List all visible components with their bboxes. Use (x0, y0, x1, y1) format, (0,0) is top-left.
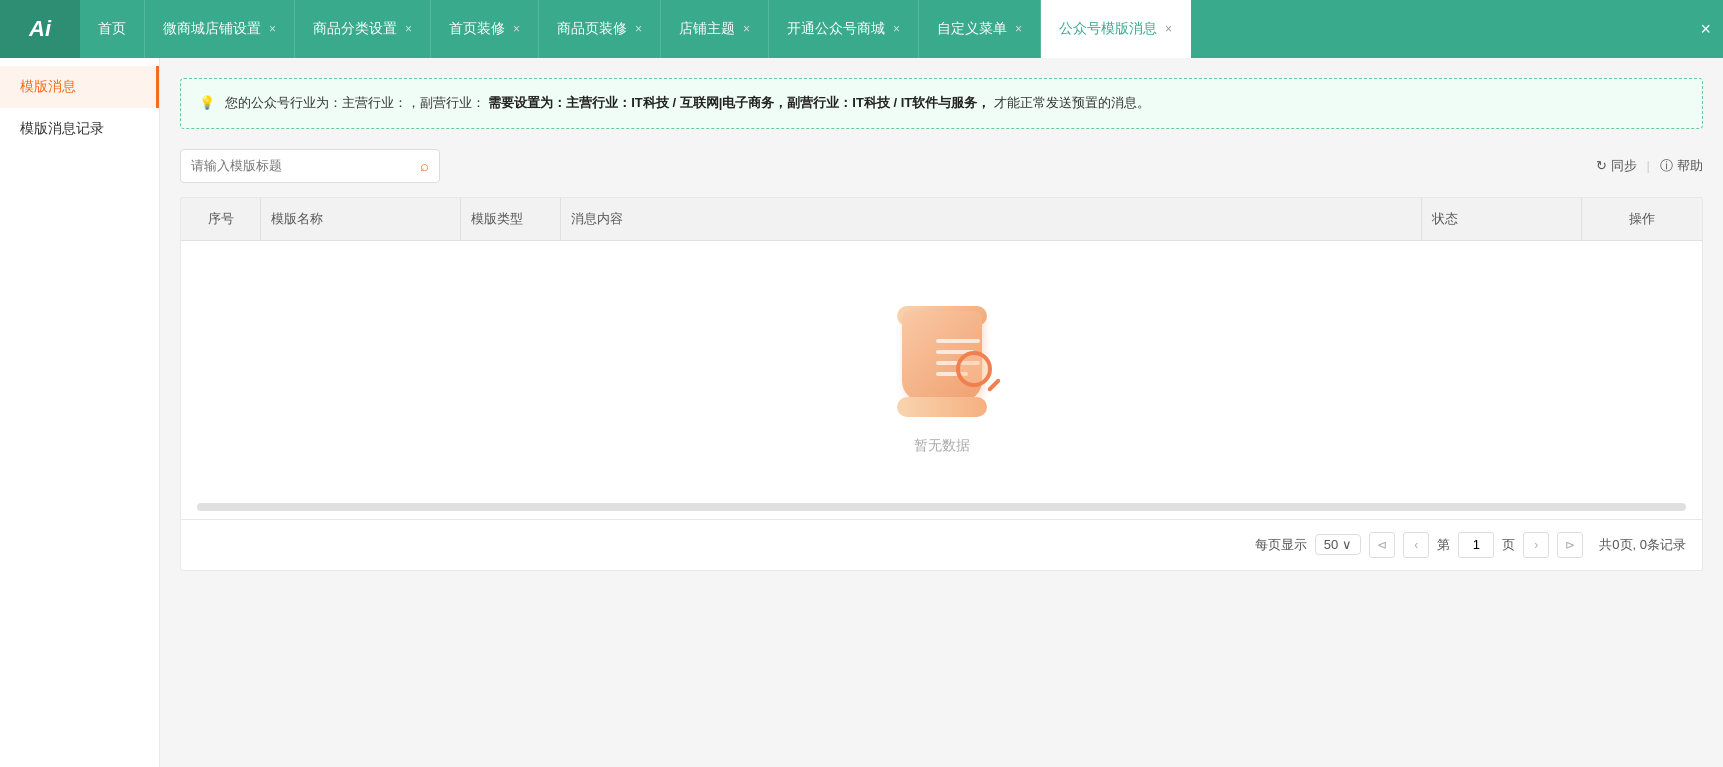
main-layout: 模版消息 模版消息记录 💡 您的公众号行业为：主营行业：，副营行业： 需要设置为… (0, 58, 1723, 767)
scroll-bottom-deco (897, 397, 987, 417)
tab-close-weshop[interactable]: × (269, 22, 276, 36)
first-page-button[interactable]: ⊲ (1369, 532, 1395, 558)
content-area: 💡 您的公众号行业为：主营行业：，副营行业： 需要设置为：主营行业：IT科技 /… (160, 58, 1723, 767)
tab-homepage[interactable]: 首页装修 × (431, 0, 539, 58)
tab-weshop[interactable]: 微商城店铺设置 × (145, 0, 295, 58)
data-table: 序号 模版名称 模版类型 消息内容 状态 操作 (180, 197, 1703, 571)
sidebar: 模版消息 模版消息记录 (0, 58, 160, 767)
help-button[interactable]: ⓘ 帮助 (1660, 157, 1703, 175)
tab-mall[interactable]: 开通公众号商城 × (769, 0, 919, 58)
tab-close-homepage[interactable]: × (513, 22, 520, 36)
sidebar-item-template-record[interactable]: 模版消息记录 (0, 108, 159, 150)
logo: Ai (0, 0, 80, 58)
search-input-wrap: ⌕ (180, 149, 440, 183)
search-bar: ⌕ ↻ 同步 | ⓘ 帮助 (180, 149, 1703, 183)
empty-state: 暂无数据 (181, 241, 1702, 495)
per-page-label: 每页显示 (1255, 536, 1307, 554)
page-input[interactable] (1458, 532, 1494, 558)
page-suffix: 页 (1502, 536, 1515, 554)
total-info: 共0页, 0条记录 (1599, 536, 1686, 554)
tab-theme[interactable]: 店铺主题 × (661, 0, 769, 58)
help-icon: ⓘ (1660, 157, 1673, 175)
sidebar-item-template[interactable]: 模版消息 (0, 66, 159, 108)
search-bar-right: ↻ 同步 | ⓘ 帮助 (1596, 157, 1703, 175)
notice-icon: 💡 (199, 95, 215, 110)
next-page-button[interactable]: › (1523, 532, 1549, 558)
close-all-tabs-button[interactable]: × (1700, 19, 1711, 40)
line1 (936, 339, 980, 343)
table-header: 序号 模版名称 模版类型 消息内容 状态 操作 (181, 198, 1702, 241)
notice-suffix: 才能正常发送预置的消息。 (994, 95, 1150, 110)
tab-close-product[interactable]: × (635, 22, 642, 36)
divider: | (1647, 158, 1650, 173)
pagination: 每页显示 50 ∨ ⊲ ‹ 第 页 › ⊳ 共0页, 0条记录 (181, 519, 1702, 570)
col-header-status: 状态 (1422, 198, 1582, 240)
table-scrollbar[interactable] (197, 503, 1686, 511)
prev-page-button[interactable]: ‹ (1403, 532, 1429, 558)
tab-close-category[interactable]: × (405, 22, 412, 36)
tab-template-msg[interactable]: 公众号模版消息 × (1041, 0, 1191, 58)
empty-text: 暂无数据 (914, 437, 970, 455)
tab-close-template-msg[interactable]: × (1165, 22, 1172, 36)
search-icon[interactable]: ⌕ (420, 157, 429, 174)
tab-home[interactable]: 首页 (80, 0, 145, 58)
tab-close-mall[interactable]: × (893, 22, 900, 36)
tab-close-custommenu[interactable]: × (1015, 22, 1022, 36)
per-page-select[interactable]: 50 ∨ (1315, 534, 1361, 555)
tab-product[interactable]: 商品页装修 × (539, 0, 661, 58)
sync-button[interactable]: ↻ 同步 (1596, 157, 1637, 175)
notice-prefix: 您的公众号行业为：主营行业：，副营行业： (225, 95, 485, 110)
sync-icon: ↻ (1596, 158, 1607, 173)
dropdown-icon: ∨ (1342, 537, 1352, 552)
notice-box: 💡 您的公众号行业为：主营行业：，副营行业： 需要设置为：主营行业：IT科技 /… (180, 78, 1703, 129)
search-input[interactable] (191, 158, 420, 173)
col-header-type: 模版类型 (461, 198, 561, 240)
col-header-seq: 序号 (181, 198, 261, 240)
col-header-action: 操作 (1582, 198, 1702, 240)
tab-bar: Ai 首页 微商城店铺设置 × 商品分类设置 × 首页装修 × 商品页装修 × … (0, 0, 1723, 58)
last-page-button[interactable]: ⊳ (1557, 532, 1583, 558)
page-label: 第 (1437, 536, 1450, 554)
tab-close-theme[interactable]: × (743, 22, 750, 36)
tab-custommenu[interactable]: 自定义菜单 × (919, 0, 1041, 58)
col-header-content: 消息内容 (561, 198, 1422, 240)
notice-highlight: 需要设置为：主营行业：IT科技 / 互联网|电子商务，副营行业：IT科技 / I… (488, 95, 990, 110)
col-header-name: 模版名称 (261, 198, 461, 240)
tab-category[interactable]: 商品分类设置 × (295, 0, 431, 58)
magnifier-icon (956, 351, 992, 387)
empty-illustration (882, 301, 1002, 421)
